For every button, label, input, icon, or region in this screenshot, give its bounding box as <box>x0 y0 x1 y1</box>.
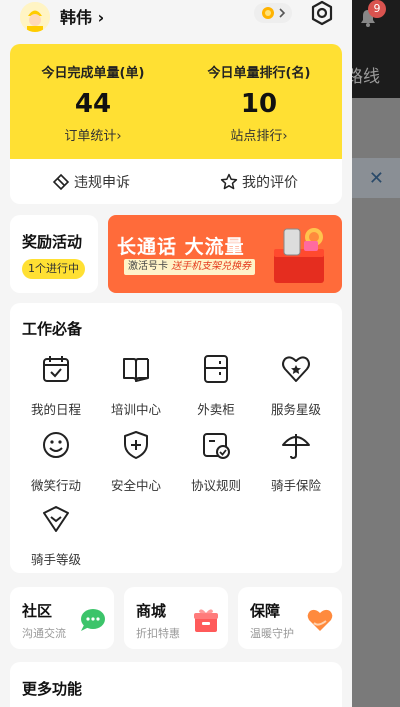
grid-item-schedule[interactable]: 我的日程 <box>16 353 96 418</box>
grid-label: 我的日程 <box>30 402 81 417</box>
rider-avatar-icon <box>20 2 50 32</box>
coin-button[interactable] <box>254 3 292 23</box>
reward-title: 奖励活动 <box>22 233 83 251</box>
today-rank-value: 10 <box>240 89 278 119</box>
protection-card[interactable]: 保障 温暖守护 <box>238 587 342 649</box>
more-features-title: 更多功能 <box>22 680 83 698</box>
banner-sub-prefix: 激活号卡 <box>128 261 168 272</box>
work-section-title: 工作必备 <box>22 320 83 338</box>
grid-label: 培训中心 <box>110 402 161 417</box>
grid-label: 安全中心 <box>110 478 161 493</box>
notification-badge: 9 <box>368 0 386 18</box>
gift-phone-icon <box>274 228 324 283</box>
community-title: 社区 <box>22 602 53 620</box>
today-rank-title: 今日单量排行(名) <box>207 66 311 81</box>
more-features-card: 更多功能 <box>10 662 342 707</box>
today-orders-value: 44 <box>74 89 112 119</box>
grid-item-smile[interactable]: 微笑行动 <box>16 429 96 494</box>
reward-activity-card[interactable]: 奖励活动 1个进行中 <box>10 215 98 293</box>
reward-count-badge: 1个进行中 <box>22 259 85 279</box>
community-card[interactable]: 社区 沟通交流 <box>10 587 114 649</box>
banner-subline: 激活号卡 送手机支架兑换券 <box>124 259 256 275</box>
grid-item-agreement[interactable]: 协议规则 <box>176 429 256 494</box>
level-badge-icon <box>43 506 69 532</box>
banner-sub-highlight: 送手机支架兑换券 <box>171 261 252 272</box>
umbrella-icon <box>282 434 310 460</box>
community-subtitle: 沟通交流 <box>22 627 66 640</box>
protection-title: 保障 <box>250 602 281 620</box>
heart-hand-icon <box>307 609 333 631</box>
star-icon <box>220 173 238 190</box>
grid-label: 服务星级 <box>270 402 321 417</box>
calendar-icon <box>43 356 69 382</box>
chevron-right-icon: › <box>97 8 105 27</box>
today-orders-title: 今日完成单量(单) <box>41 66 145 81</box>
my-rating-button[interactable]: 我的评价 <box>220 172 298 192</box>
gift-box-icon <box>194 609 218 632</box>
grid-label: 协议规则 <box>190 478 241 493</box>
today-orders-stat: 今日完成单量(单) 44 订单统计› <box>10 44 176 144</box>
heart-star-icon <box>282 356 310 382</box>
close-icon[interactable]: ✕ <box>369 168 384 189</box>
grid-item-locker[interactable]: 外卖柜 <box>176 353 256 418</box>
settings-icon[interactable] <box>309 0 335 26</box>
grid-label: 外卖柜 <box>197 402 235 417</box>
shield-plus-icon <box>124 431 148 459</box>
avatar[interactable] <box>20 2 50 32</box>
appeal-label: 违规申诉 <box>74 175 130 191</box>
grid-label: 骑手保险 <box>270 478 321 493</box>
banner-headline: 长通话 大流量 <box>117 236 245 258</box>
grid-item-rider-level[interactable]: 骑手等级 <box>16 503 96 568</box>
side-drawer: 韩伟 › 今日完成单量(单) 44 订单统计› 今日单量排行(名) 10 站点排… <box>0 0 352 707</box>
stats-card: 今日完成单量(单) 44 订单统计› 今日单量排行(名) 10 站点排行› <box>10 44 342 159</box>
grid-label: 微笑行动 <box>30 478 81 493</box>
document-check-icon <box>203 433 230 459</box>
grid-item-service-star[interactable]: 服务星级 <box>256 353 336 418</box>
appeal-icon <box>52 173 70 191</box>
appeal-button[interactable]: 违规申诉 <box>52 172 130 192</box>
protection-subtitle: 温暖守护 <box>250 627 294 640</box>
mall-subtitle: 折扣特惠 <box>136 627 180 640</box>
my-rating-label: 我的评价 <box>242 175 298 191</box>
drawer-header: 韩伟 › <box>0 0 352 44</box>
coin-icon <box>262 7 286 19</box>
mall-card[interactable]: 商城 折扣特惠 <box>124 587 228 649</box>
mall-title: 商城 <box>136 602 167 620</box>
grid-item-insurance[interactable]: 骑手保险 <box>256 429 336 494</box>
chat-bubble-icon <box>81 609 105 631</box>
username[interactable]: 韩伟 › <box>60 4 104 28</box>
today-rank-stat: 今日单量排行(名) 10 站点排行› <box>176 44 342 144</box>
quick-actions-row: 违规申诉 我的评价 <box>10 159 342 204</box>
promo-banner[interactable]: 长通话 大流量 激活号卡 送手机支架兑换券 <box>108 215 342 293</box>
book-icon <box>123 358 149 382</box>
grid-label: 骑手等级 <box>30 552 81 567</box>
smile-icon <box>43 432 69 458</box>
locker-icon <box>204 355 228 383</box>
station-rank-link[interactable]: 站点排行› <box>176 125 342 144</box>
work-essentials-card: 工作必备 我的日程 培训中心 外卖柜 服务星级 微笑行动 安全中心 协议规则 骑… <box>10 303 342 573</box>
grid-item-safety[interactable]: 安全中心 <box>96 429 176 494</box>
grid-item-training[interactable]: 培训中心 <box>96 353 176 418</box>
username-text: 韩伟 <box>60 8 93 27</box>
order-stats-link[interactable]: 订单统计› <box>10 125 176 144</box>
